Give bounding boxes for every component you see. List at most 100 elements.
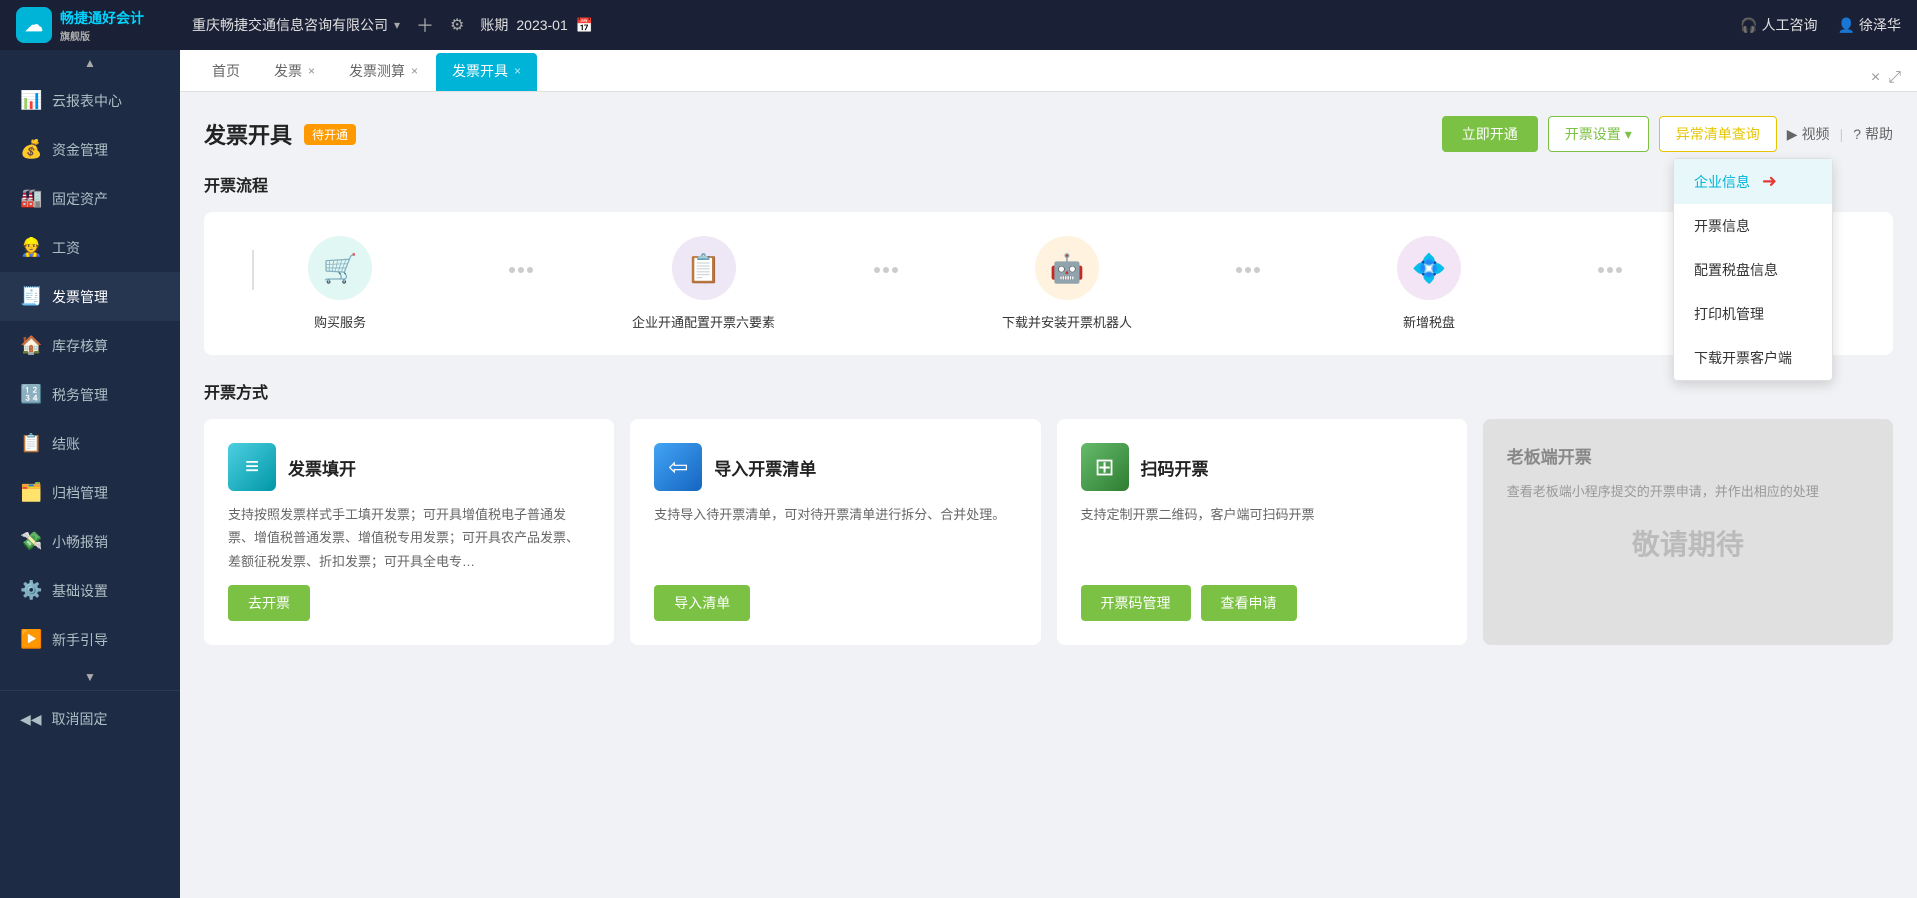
tab-invoice-test[interactable]: 发票测算 × bbox=[333, 53, 434, 91]
flow-title: 开票流程 bbox=[204, 172, 1893, 196]
sidebar-item-new-guide[interactable]: ▶️ 新手引导 bbox=[0, 615, 180, 664]
dropdown-download-client-label: 下载开票客户端 bbox=[1694, 350, 1792, 366]
sidebar-item-invoice[interactable]: 🧾 发票管理 bbox=[0, 272, 180, 321]
abnormal-btn[interactable]: 异常清单查询 bbox=[1659, 116, 1777, 152]
tab-action-bar: × ⤢ bbox=[1871, 69, 1901, 91]
sidebar-label-xiaochang: 小畅报销 bbox=[52, 532, 108, 552]
tab-invoice-test-close[interactable]: × bbox=[411, 64, 418, 78]
sidebar-scroll-down[interactable]: ▼ bbox=[0, 664, 180, 690]
method-scan-header: ⊞ 扫码开票 bbox=[1081, 443, 1443, 491]
dropdown-invoice-info[interactable]: 开票信息 bbox=[1674, 204, 1832, 248]
dropdown-download-client[interactable]: 下载开票客户端 bbox=[1674, 336, 1832, 380]
tab-invoice-close[interactable]: × bbox=[308, 64, 315, 78]
dropdown-printer[interactable]: 打印机管理 bbox=[1674, 292, 1832, 336]
activate-btn[interactable]: 立即开通 bbox=[1442, 116, 1538, 152]
help-btn[interactable]: ? 帮助 bbox=[1853, 124, 1893, 144]
sidebar-label-archive: 归档管理 bbox=[52, 483, 108, 503]
method-boss-header: 老板端开票 bbox=[1507, 443, 1869, 468]
method-import-header: ⇦ 导入开票清单 bbox=[654, 443, 1016, 491]
tab-home[interactable]: 首页 bbox=[196, 53, 256, 91]
sidebar-item-cloud-report[interactable]: 📊 云报表中心 bbox=[0, 76, 180, 125]
boss-overlay-text: 敬请期待 bbox=[1507, 523, 1869, 563]
method-card-import: ⇦ 导入开票清单 支持导入待开票清单，可对待开票清单进行拆分、合并处理。 导入清… bbox=[630, 419, 1040, 645]
tab-invoice-open[interactable]: 发票开具 × bbox=[436, 53, 537, 91]
fill-invoice-btn[interactable]: 去开票 bbox=[228, 585, 310, 621]
methods-section: 开票方式 ≡ 发票填开 支持按照发票样式手工填开发票；可开具增值税电子普通发票、… bbox=[204, 379, 1893, 645]
add-company-icon[interactable]: ＋ bbox=[416, 12, 434, 38]
logo-sub: 旗舰版 bbox=[60, 28, 144, 43]
company-selector[interactable]: 重庆畅捷交通信息咨询有限公司 ▾ bbox=[192, 15, 400, 35]
fund-icon: 💰 bbox=[20, 139, 42, 160]
page-header: 发票开具 待开通 立即开通 开票设置 ▾ 异常清单查询 ▶ 视频 | bbox=[204, 116, 1893, 152]
period-label: 账期 bbox=[480, 15, 508, 35]
account-icon: 📋 bbox=[20, 433, 42, 454]
qrcode-mgmt-btn[interactable]: 开票码管理 bbox=[1081, 585, 1191, 621]
help-label: 帮助 bbox=[1865, 124, 1893, 144]
page-title-area: 发票开具 待开通 bbox=[204, 118, 356, 150]
calendar-icon[interactable]: 📅 bbox=[576, 17, 593, 34]
method-boss-desc: 查看老板端小程序提交的开票申请，并作出相应的处理 bbox=[1507, 480, 1869, 503]
tab-invoice[interactable]: 发票 × bbox=[258, 53, 331, 91]
user-area[interactable]: 👤 徐泽华 bbox=[1838, 15, 1901, 35]
flow-section: 开票流程 🛒 购买服务 📋 企业开通配置开票六要素 bbox=[204, 172, 1893, 355]
sidebar-item-inventory[interactable]: 🏠 库存核算 bbox=[0, 321, 180, 370]
method-scan-desc: 支持定制开票二维码，客户端可扫码开票 bbox=[1081, 503, 1443, 526]
sidebar-item-fund-mgmt[interactable]: 💰 资金管理 bbox=[0, 125, 180, 174]
consult-btn[interactable]: 🎧 人工咨询 bbox=[1740, 15, 1817, 35]
view-application-btn[interactable]: 查看申请 bbox=[1201, 585, 1297, 621]
logo-icon: ☁ bbox=[16, 7, 52, 43]
sidebar-cancel-fixed[interactable]: ◀◀ 取消固定 bbox=[0, 699, 180, 739]
header-actions: 🎧 人工咨询 👤 徐泽华 bbox=[1740, 15, 1901, 35]
tab-home-label: 首页 bbox=[212, 61, 240, 81]
sidebar-scroll-up[interactable]: ▲ bbox=[0, 50, 180, 76]
tab-invoice-test-label: 发票测算 bbox=[349, 61, 405, 81]
method-boss-title: 老板端开票 bbox=[1507, 443, 1592, 468]
sidebar-bottom: ◀◀ 取消固定 bbox=[0, 690, 180, 747]
cancel-fixed-icon: ◀◀ bbox=[20, 711, 42, 728]
settings-icon[interactable]: ⚙ bbox=[450, 15, 464, 35]
cancel-fixed-label: 取消固定 bbox=[52, 709, 108, 729]
sidebar-item-archive[interactable]: 🗂️ 归档管理 bbox=[0, 468, 180, 517]
invoice-import-icon: ⇦ bbox=[654, 443, 702, 491]
dropdown-tax-disk[interactable]: 配置税盘信息 bbox=[1674, 248, 1832, 292]
sidebar-label-new-guide: 新手引导 bbox=[52, 630, 108, 650]
video-btn[interactable]: ▶ 视频 bbox=[1787, 124, 1830, 144]
sidebar-item-payroll[interactable]: 👷 工资 bbox=[0, 223, 180, 272]
tab-bar: 首页 发票 × 发票测算 × 发票开具 × × ⤢ bbox=[180, 50, 1917, 92]
tab-close-all-btn[interactable]: × bbox=[1871, 69, 1880, 87]
company-dropdown-arrow: ▾ bbox=[394, 18, 400, 32]
user-avatar-icon: 👤 bbox=[1838, 17, 1855, 34]
archive-icon: 🗂️ bbox=[20, 482, 42, 503]
logo-area: ☁ 畅捷通好会计 旗舰版 bbox=[16, 7, 176, 43]
sidebar-item-basic-settings[interactable]: ⚙️ 基础设置 bbox=[0, 566, 180, 615]
page-actions: 立即开通 开票设置 ▾ 异常清单查询 ▶ 视频 | ? 帮助 bbox=[1442, 116, 1893, 152]
status-badge: 待开通 bbox=[304, 124, 356, 145]
sidebar-label-payroll: 工资 bbox=[52, 238, 80, 258]
sidebar-label-fixed: 固定资产 bbox=[52, 189, 108, 209]
dropdown-tax-disk-label: 配置税盘信息 bbox=[1694, 262, 1778, 278]
invoice-scan-icon: ⊞ bbox=[1081, 443, 1129, 491]
sidebar-item-account[interactable]: 📋 结账 bbox=[0, 419, 180, 468]
settings-btn-label: 开票设置 bbox=[1565, 124, 1621, 144]
sidebar-item-xiaochang[interactable]: 💸 小畅报销 bbox=[0, 517, 180, 566]
tab-invoice-open-close[interactable]: × bbox=[514, 64, 521, 78]
import-list-btn[interactable]: 导入清单 bbox=[654, 585, 750, 621]
method-card-scan: ⊞ 扫码开票 支持定制开票二维码，客户端可扫码开票 开票码管理 查看申请 bbox=[1057, 419, 1467, 645]
invoice-icon: 🧾 bbox=[20, 286, 42, 307]
xiaochang-icon: 💸 bbox=[20, 531, 42, 552]
user-name: 徐泽华 bbox=[1859, 15, 1901, 35]
flow-step-buy: 🛒 购买服务 bbox=[270, 236, 410, 331]
fixed-assets-icon: 🏭 bbox=[20, 188, 42, 209]
download-robot-label: 下载并安装开票机器人 bbox=[1002, 312, 1132, 331]
settings-btn[interactable]: 开票设置 ▾ bbox=[1548, 116, 1649, 152]
method-import-title: 导入开票清单 bbox=[714, 455, 816, 480]
sidebar-label-cloud-report: 云报表中心 bbox=[52, 91, 122, 111]
top-header: ☁ 畅捷通好会计 旗舰版 重庆畅捷交通信息咨询有限公司 ▾ ＋ ⚙ 账期 202… bbox=[0, 0, 1917, 50]
dropdown-company-info[interactable]: 企业信息 ➜ bbox=[1674, 159, 1832, 204]
tab-maximize-btn[interactable]: ⤢ bbox=[1888, 69, 1901, 87]
flow-step-taxdisk: 💠 新增税盘 bbox=[1359, 236, 1499, 331]
help-icon: ? bbox=[1853, 126, 1861, 142]
flow-connector-1 bbox=[410, 267, 632, 273]
sidebar-item-fixed-assets[interactable]: 🏭 固定资产 bbox=[0, 174, 180, 223]
sidebar-item-tax[interactable]: 🔢 税务管理 bbox=[0, 370, 180, 419]
